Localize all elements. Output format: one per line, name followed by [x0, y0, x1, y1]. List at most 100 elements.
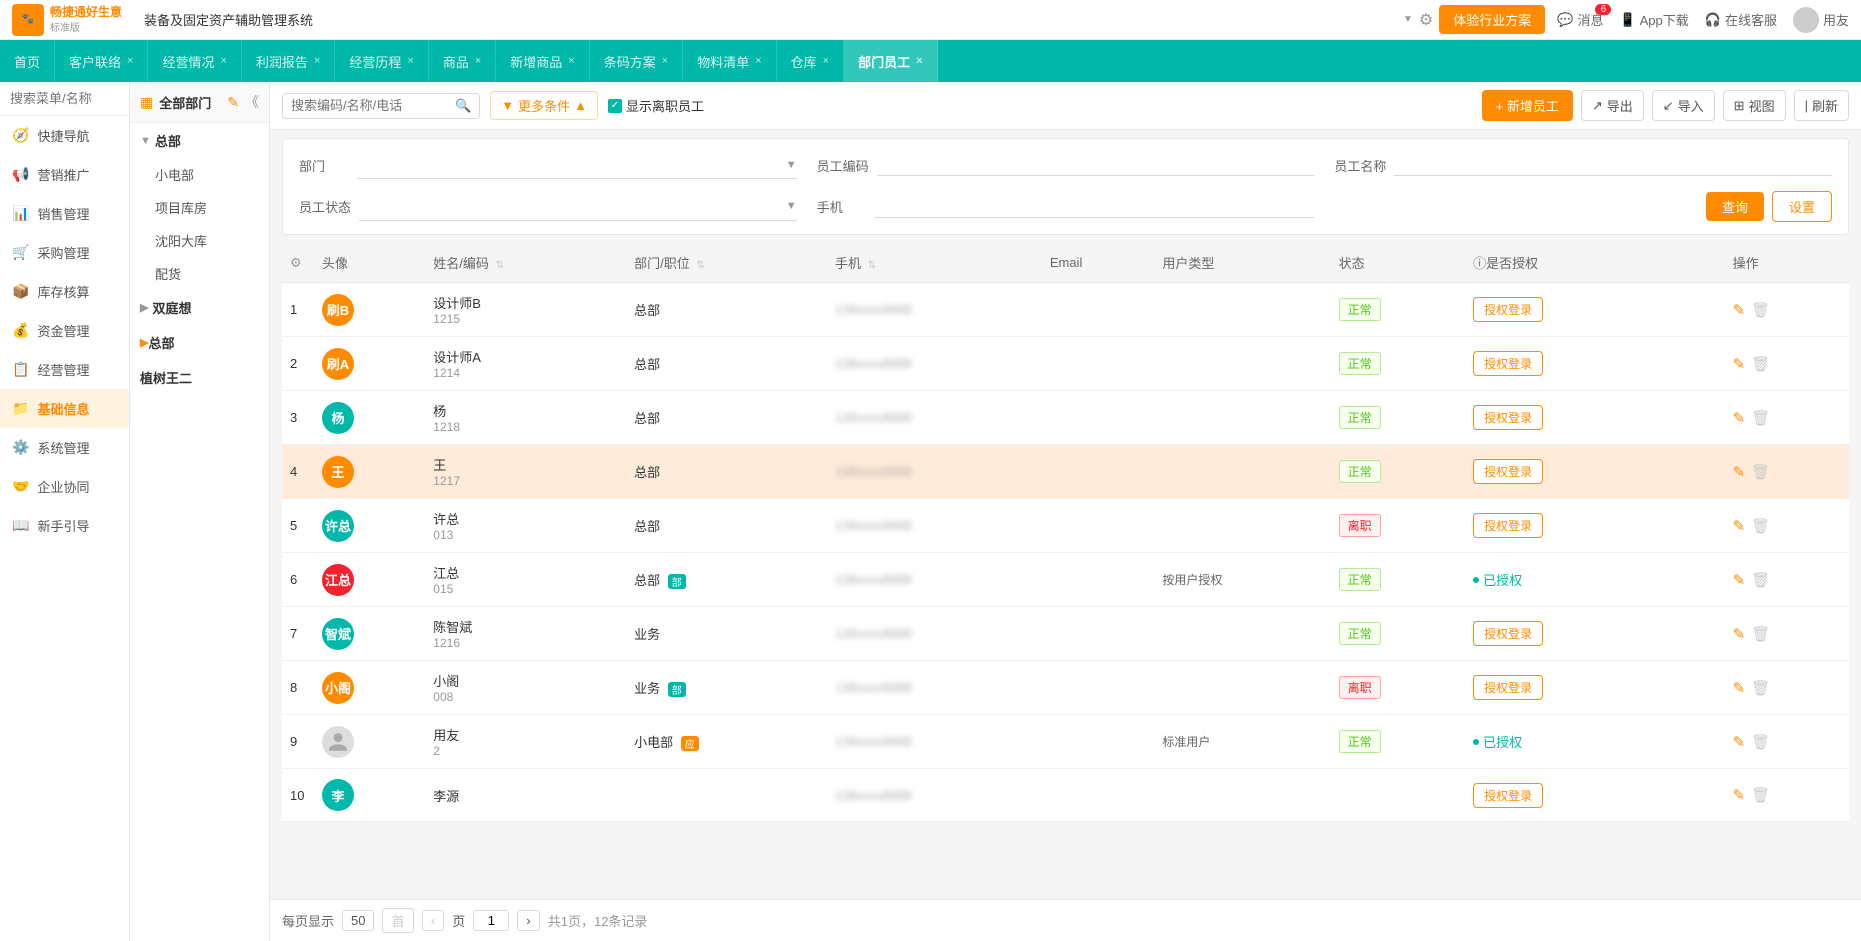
sidebar-item-inventory[interactable]: 📦 库存核算: [0, 272, 129, 311]
show-resigned-wrap[interactable]: ✓ 显示离职员工: [608, 96, 704, 115]
settings-icon[interactable]: ⚙: [290, 255, 302, 270]
tab-customer[interactable]: 客户联络 ×: [55, 40, 148, 82]
dept-item-shenyang[interactable]: 沈阳大库: [130, 224, 269, 257]
delete-icon[interactable]: 🗑: [1751, 518, 1770, 535]
delete-icon[interactable]: 🗑: [1751, 464, 1770, 481]
service-btn[interactable]: 🎧 在线客服: [1705, 10, 1777, 29]
edit-icon[interactable]: ✎: [1733, 410, 1746, 427]
sidebar-item-marketing[interactable]: 📢 营销推广: [0, 155, 129, 194]
tab-dept-staff[interactable]: 部门员工 ×: [844, 40, 937, 82]
delete-icon[interactable]: 🗑: [1751, 572, 1770, 589]
auth-login-button[interactable]: 授权登录: [1473, 783, 1543, 808]
delete-icon[interactable]: 🗑: [1751, 410, 1770, 427]
sidebar-item-finance[interactable]: 💰 资金管理: [0, 311, 129, 350]
print-button[interactable]: | 刷新: [1794, 90, 1849, 121]
delete-icon[interactable]: 🗑: [1751, 734, 1770, 751]
auth-login-button[interactable]: 授权登录: [1473, 459, 1543, 484]
phone-sort-icon[interactable]: ⇅: [868, 260, 876, 271]
tab-close-add-goods[interactable]: ×: [568, 55, 574, 67]
dept-item-xiaodian[interactable]: 小电部: [130, 158, 269, 191]
sidebar-item-collab[interactable]: 🤝 企业协同: [0, 467, 129, 506]
edit-icon[interactable]: ✎: [1733, 464, 1746, 481]
tab-bom[interactable]: 物料清单 ×: [683, 40, 776, 82]
export-button[interactable]: ↗ 导出: [1581, 90, 1644, 121]
tab-close-customer[interactable]: ×: [127, 55, 133, 67]
edit-icon[interactable]: ✎: [1733, 626, 1746, 643]
dept-group-header-zs[interactable]: 植树王二: [130, 360, 269, 395]
page-size-value[interactable]: 50: [342, 910, 374, 931]
dept-group-header-stx[interactable]: ▶ 双庭想: [130, 290, 269, 325]
gear-icon[interactable]: ⚙: [1419, 10, 1433, 30]
add-employee-button[interactable]: + 新增员工: [1482, 90, 1573, 121]
edit-icon[interactable]: ✎: [1733, 302, 1746, 319]
dept-collapse-icon[interactable]: 《: [245, 92, 259, 112]
tab-barcode[interactable]: 条码方案 ×: [590, 40, 683, 82]
sidebar-item-guide[interactable]: 📖 新手引导: [0, 506, 129, 545]
sidebar-search-input[interactable]: [10, 91, 130, 106]
filter-dept-input[interactable]: [357, 154, 786, 175]
edit-icon[interactable]: ✎: [1733, 734, 1746, 751]
view-button[interactable]: ⊞ 视图: [1723, 90, 1786, 121]
tab-history[interactable]: 经营历程 ×: [335, 40, 428, 82]
dept-edit-icon[interactable]: ✎: [227, 94, 239, 111]
more-filter-btn[interactable]: ▼ 更多条件 ▲: [490, 91, 598, 120]
auth-login-button[interactable]: 授权登录: [1473, 297, 1543, 322]
filter-dept-select-wrap[interactable]: ▼: [357, 151, 797, 179]
filter-empname-input[interactable]: [1394, 154, 1832, 176]
import-button[interactable]: ↙ 导入: [1652, 90, 1715, 121]
tab-close-warehouse[interactable]: ×: [823, 55, 829, 67]
dept-group-header-zb[interactable]: ▶ 总部: [130, 325, 269, 360]
edit-icon[interactable]: ✎: [1733, 518, 1746, 535]
auth-login-button[interactable]: 授权登录: [1473, 675, 1543, 700]
filter-status-input[interactable]: [359, 196, 786, 217]
filter-empcode-input[interactable]: [877, 154, 1315, 176]
tab-close-dept-staff[interactable]: ×: [916, 55, 922, 67]
dept-item-project[interactable]: 项目库房: [130, 191, 269, 224]
sidebar-item-purchase[interactable]: 🛒 采购管理: [0, 233, 129, 272]
tab-profit[interactable]: 利润报告 ×: [242, 40, 335, 82]
sys-title-dropdown[interactable]: ▼: [1403, 14, 1413, 25]
sidebar-item-quicknav[interactable]: 🧭 快捷导航: [0, 116, 129, 155]
auth-login-button[interactable]: 授权登录: [1473, 513, 1543, 538]
delete-icon[interactable]: 🗑: [1751, 680, 1770, 697]
delete-icon[interactable]: 🗑: [1751, 356, 1770, 373]
tab-close-bom[interactable]: ×: [755, 55, 761, 67]
tab-operation[interactable]: 经营情况 ×: [148, 40, 241, 82]
tab-close-operation[interactable]: ×: [220, 55, 226, 67]
tab-goods[interactable]: 商品 ×: [429, 40, 496, 82]
query-button[interactable]: 查询: [1706, 192, 1764, 221]
page-input[interactable]: [473, 910, 509, 931]
auth-login-button[interactable]: 授权登录: [1473, 351, 1543, 376]
delete-icon[interactable]: 🗑: [1751, 302, 1770, 319]
tab-warehouse[interactable]: 仓库 ×: [777, 40, 844, 82]
tab-add-goods[interactable]: 新增商品 ×: [496, 40, 589, 82]
tab-close-profit[interactable]: ×: [314, 55, 320, 67]
dept-sort-icon[interactable]: ⇅: [696, 260, 704, 271]
tab-home[interactable]: 首页: [0, 40, 55, 82]
tab-close-barcode[interactable]: ×: [662, 55, 668, 67]
edit-icon[interactable]: ✎: [1733, 356, 1746, 373]
edit-icon[interactable]: ✎: [1733, 680, 1746, 697]
edit-icon[interactable]: ✎: [1733, 787, 1746, 804]
delete-icon[interactable]: 🗑: [1751, 626, 1770, 643]
trial-button[interactable]: 体验行业方案: [1439, 5, 1545, 34]
sidebar-item-basic[interactable]: 📁 基础信息: [0, 389, 129, 428]
dept-item-peihuo[interactable]: 配货: [130, 257, 269, 290]
th-settings[interactable]: ⚙: [282, 243, 314, 283]
sidebar-item-ops[interactable]: 📋 经营管理: [0, 350, 129, 389]
tab-close-goods[interactable]: ×: [475, 55, 481, 67]
set-button[interactable]: 设置: [1772, 191, 1832, 222]
filter-status-select-wrap[interactable]: ▼: [359, 193, 797, 221]
dept-group-header-head[interactable]: ▼ 总部: [130, 123, 269, 158]
auth-login-button[interactable]: 授权登录: [1473, 405, 1543, 430]
sidebar-item-system[interactable]: ⚙️ 系统管理: [0, 428, 129, 467]
edit-icon[interactable]: ✎: [1733, 572, 1746, 589]
page-prev-btn[interactable]: ‹: [422, 910, 444, 931]
search-input[interactable]: [291, 98, 451, 113]
filter-phone-input[interactable]: [875, 196, 1315, 218]
page-first-btn[interactable]: 首: [382, 908, 413, 933]
show-resigned-checkbox[interactable]: ✓: [608, 99, 622, 113]
user-menu[interactable]: 用友: [1793, 7, 1849, 33]
delete-icon[interactable]: 🗑: [1751, 787, 1770, 804]
name-sort-icon[interactable]: ⇅: [496, 260, 504, 271]
